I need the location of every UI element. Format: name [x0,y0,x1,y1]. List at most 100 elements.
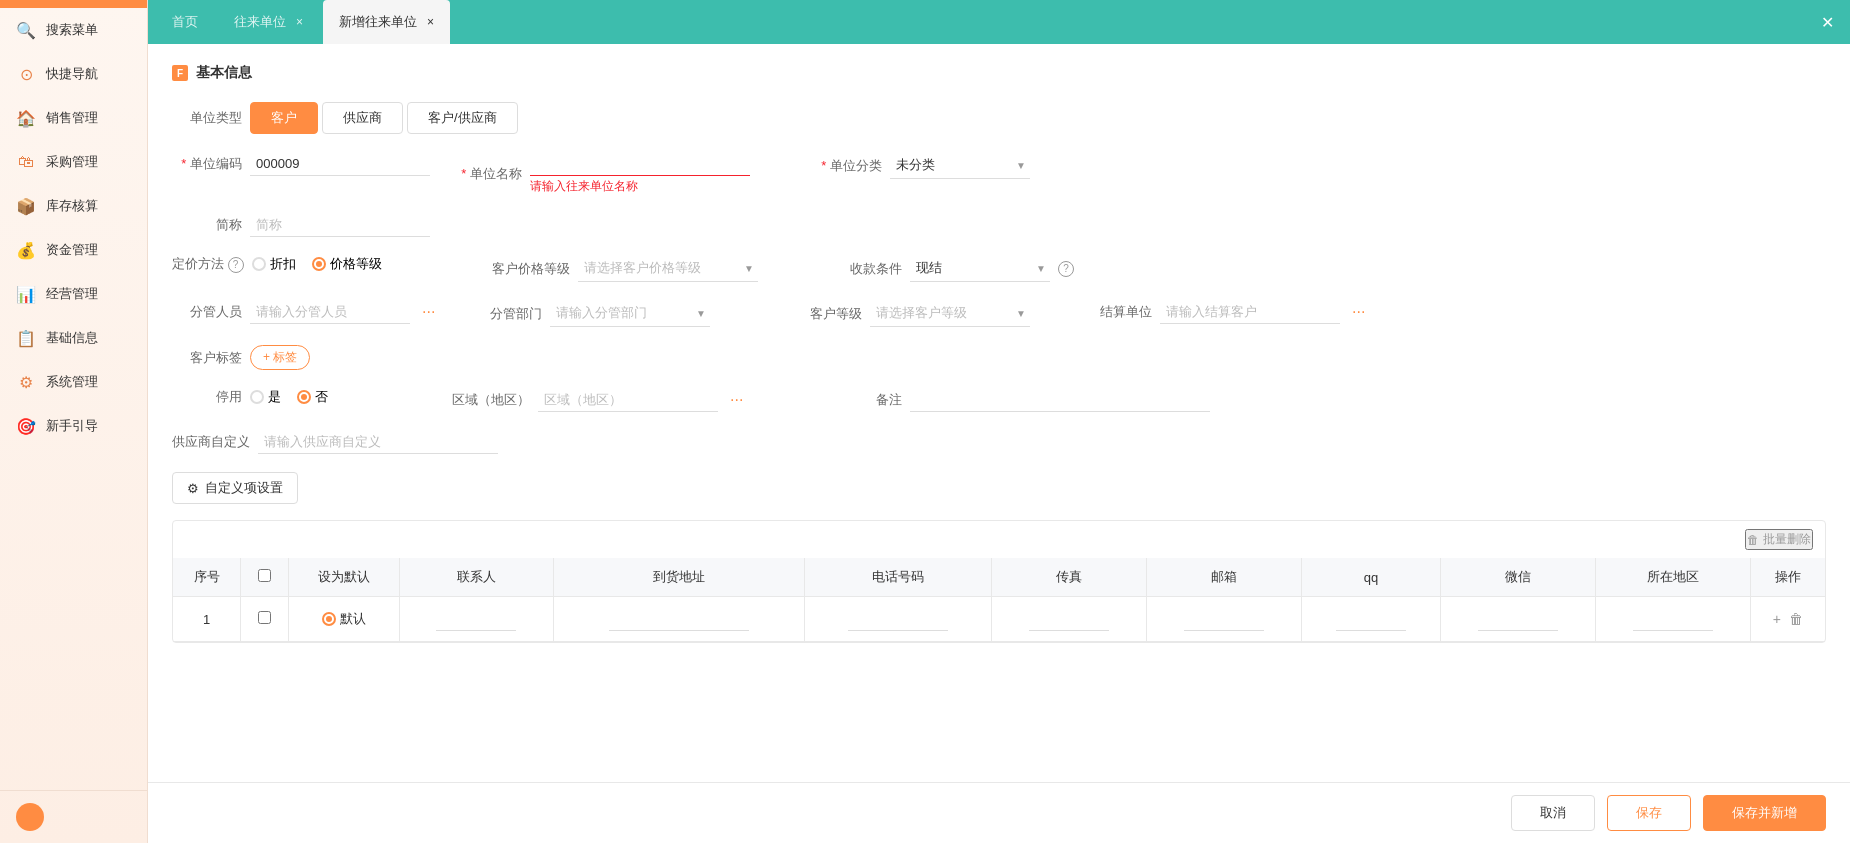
phone-input[interactable] [848,607,948,631]
customer-price-level-field: 客户价格等级 请选择客户价格等级 ▼ [492,255,832,282]
short-name-input[interactable] [250,213,430,237]
disabled-yes-radio[interactable] [250,390,264,404]
guide-icon: 🎯 [16,416,36,436]
select-all-checkbox[interactable] [258,569,271,582]
tab-trade-unit[interactable]: 往来单位 × [218,0,319,44]
tab-trade-unit-close[interactable]: × [296,15,303,29]
qq-input[interactable] [1336,607,1406,631]
sidebar-item-inventory[interactable]: 📦 库存核算 [0,184,147,228]
manager-input[interactable] [250,300,410,324]
row-qq[interactable] [1301,597,1440,642]
department-select-wrapper[interactable]: 请输入分管部门 ▼ [550,300,710,327]
customer-price-placeholder: 请选择客户价格等级 [578,255,758,282]
disabled-no-radio[interactable] [297,390,311,404]
payment-terms-help-icon[interactable]: ? [1058,261,1074,277]
row-email[interactable] [1147,597,1302,642]
row-wechat[interactable] [1440,597,1595,642]
disabled-no-option[interactable]: 否 [297,388,328,406]
pricing-discount-option[interactable]: 折扣 [252,255,296,273]
settlement-unit-input[interactable] [1160,300,1340,324]
custom-settings-label: 自定义项设置 [205,479,283,497]
supplier-custom-input[interactable] [258,430,498,454]
customer-level-label: 客户等级 [792,305,862,323]
table-row: 1 默认 [173,597,1825,642]
sidebar-item-operations[interactable]: 📊 经营管理 [0,272,147,316]
row-checkbox[interactable] [258,611,271,624]
disabled-yes-label: 是 [268,388,281,406]
fax-input[interactable] [1029,607,1109,631]
remark-input[interactable] [910,388,1210,412]
row-phone[interactable] [805,597,992,642]
sidebar-item-system[interactable]: ⚙ 系统管理 [0,360,147,404]
operations-icon: 📊 [16,284,36,304]
tab-home[interactable]: 首页 [156,0,214,44]
default-radio-option[interactable]: 默认 [297,610,390,628]
region-more-btn[interactable]: ··· [726,391,747,409]
type-btn-both[interactable]: 客户/供应商 [407,102,518,134]
sidebar-item-finance[interactable]: 💰 资金管理 [0,228,147,272]
table-header-row: 序号 设为默认 联系人 到货地址 电话号码 传真 邮箱 qq 微信 所在地区 操… [173,558,1825,597]
sidebar-item-basic-info[interactable]: 📋 基础信息 [0,316,147,360]
unit-category-value: 未分类 [890,152,1030,179]
section-icon: F [172,65,188,81]
row-fax[interactable] [992,597,1147,642]
delete-row-btn[interactable]: 🗑 [1789,611,1803,627]
pricing-help-icon[interactable]: ? [228,257,244,273]
row-region[interactable] [1595,597,1750,642]
pricing-level-option[interactable]: 价格等级 [312,255,382,273]
payment-terms-select-wrapper[interactable]: 现结 ▼ [910,255,1050,282]
purchase-icon: 🛍 [16,152,36,172]
content-area: F 基本信息 单位类型 客户 供应商 客户/供应商 * 单位编码 [148,44,1850,782]
save-button[interactable]: 保存 [1607,795,1691,831]
sidebar-item-quick-nav[interactable]: ⊙ 快捷导航 [0,52,147,96]
unit-code-input[interactable] [250,152,430,176]
settlement-more-btn[interactable]: ··· [1348,303,1369,321]
type-btn-supplier[interactable]: 供应商 [322,102,403,134]
settlement-unit-field: 结算单位 ··· [1082,300,1826,324]
region-input-table[interactable] [1633,607,1713,631]
department-placeholder: 请输入分管部门 [550,300,710,327]
row-address[interactable] [554,597,805,642]
col-region: 所在地区 [1595,558,1750,597]
row-contact[interactable] [399,597,554,642]
sidebar-item-purchase[interactable]: 🛍 采购管理 [0,140,147,184]
gear-icon: ⚙ [187,481,199,496]
col-checkbox [241,558,289,597]
customer-level-select-wrapper[interactable]: 请选择客户等级 ▼ [870,300,1030,327]
disabled-yes-option[interactable]: 是 [250,388,281,406]
col-email: 邮箱 [1147,558,1302,597]
col-wechat: 微信 [1440,558,1595,597]
row-checkbox-cell [241,597,289,642]
unit-code-label: * 单位编码 [172,155,242,173]
sidebar-item-guide[interactable]: 🎯 新手引导 [0,404,147,448]
tab-bar-close-btn[interactable]: ✕ [1813,9,1842,36]
short-name-label: 简称 [172,216,242,234]
tab-new-trade-unit-close[interactable]: × [427,15,434,29]
wechat-input[interactable] [1478,607,1558,631]
sidebar-item-search[interactable]: 🔍 搜索菜单 [0,8,147,52]
add-tag-btn[interactable]: + 标签 [250,345,310,370]
pricing-row: 定价方法 ? 折扣 价格等级 客户价格等级 [172,255,1826,282]
custom-settings-btn[interactable]: ⚙ 自定义项设置 [172,472,298,504]
pricing-level-radio[interactable] [312,257,326,271]
batch-delete-btn[interactable]: 🗑 批量删除 [1745,529,1813,550]
manager-more-btn[interactable]: ··· [418,303,439,321]
type-btn-customer[interactable]: 客户 [250,102,318,134]
region-input[interactable] [538,388,718,412]
unit-name-input[interactable] [530,152,750,176]
row-action-group: + 🗑 [1759,611,1817,627]
sidebar-item-sales[interactable]: 🏠 销售管理 [0,96,147,140]
email-input[interactable] [1184,607,1264,631]
cancel-button[interactable]: 取消 [1511,795,1595,831]
contact-input[interactable] [436,607,516,631]
unit-type-row: 单位类型 客户 供应商 客户/供应商 [172,102,1826,134]
region-field: 区域（地区） ··· [452,388,832,412]
customer-price-select-wrapper[interactable]: 请选择客户价格等级 ▼ [578,255,758,282]
pricing-discount-radio[interactable] [252,257,266,271]
address-input[interactable] [609,607,749,631]
default-radio[interactable] [322,612,336,626]
add-row-btn[interactable]: + [1773,611,1781,627]
col-phone: 电话号码 [805,558,992,597]
tab-new-trade-unit[interactable]: 新增往来单位 × [323,0,450,44]
save-new-button[interactable]: 保存并新增 [1703,795,1826,831]
